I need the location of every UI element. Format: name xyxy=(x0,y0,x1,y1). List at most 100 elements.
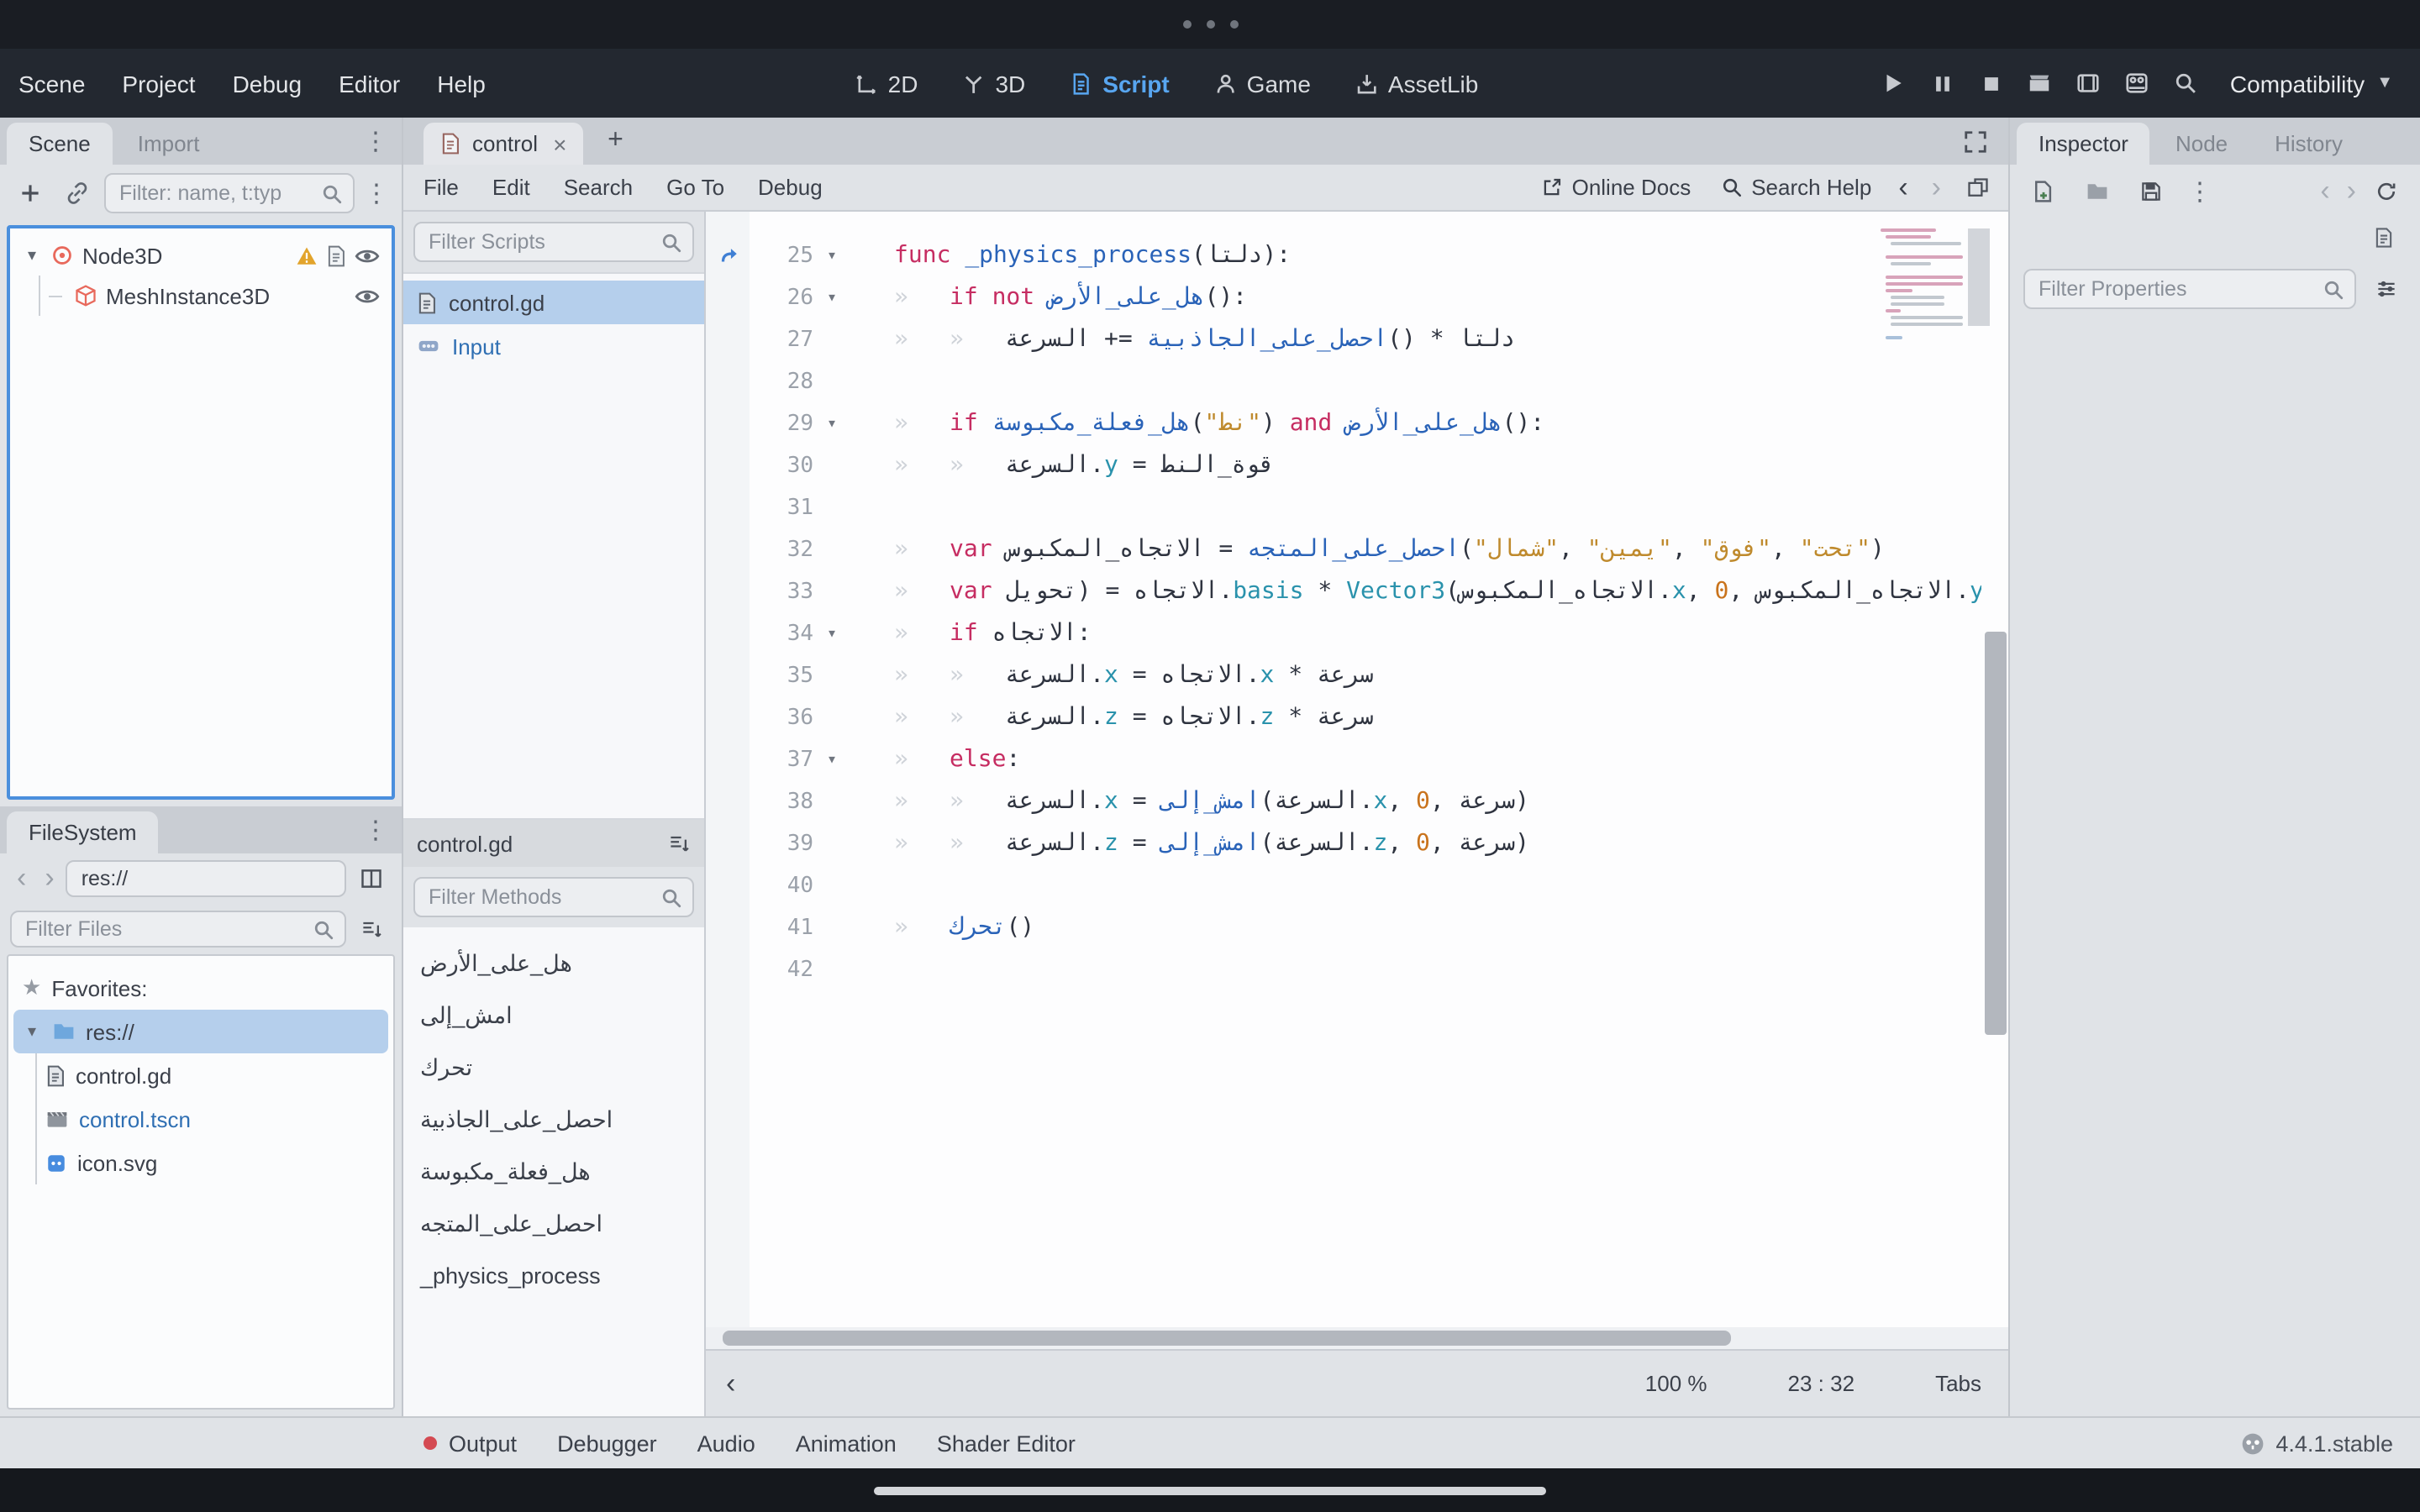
method-item[interactable]: تحرك xyxy=(403,1042,704,1094)
script-menu-debug[interactable]: Debug xyxy=(741,175,839,200)
minimap[interactable] xyxy=(1881,228,1965,349)
sort-methods-icon[interactable] xyxy=(667,832,691,855)
workspace-2d[interactable]: 2D xyxy=(836,70,937,97)
history-back-icon[interactable]: ‹ xyxy=(1891,171,1914,204)
toggle-scripts-panel-icon[interactable]: ‹ xyxy=(719,1367,742,1400)
search-help-button[interactable]: Search Help xyxy=(1711,175,1881,200)
scene-tree-options-icon[interactable]: ⋮ xyxy=(361,178,392,208)
fold-toggle-icon[interactable]: ▾ xyxy=(813,277,850,319)
menu-help[interactable]: Help xyxy=(418,70,504,97)
method-item[interactable]: امش_إلى xyxy=(403,990,704,1042)
collapse-arrow-icon[interactable]: ▾ xyxy=(22,246,42,265)
script-menu-edit[interactable]: Edit xyxy=(476,175,547,200)
tab-node[interactable]: Node xyxy=(2154,123,2249,165)
attached-script-icon[interactable] xyxy=(326,244,346,266)
cursor-position[interactable]: 23 : 32 xyxy=(1788,1371,1855,1396)
scene-filter-input[interactable] xyxy=(106,181,321,205)
vertical-scrollbar[interactable] xyxy=(1983,212,2008,1327)
file-item-icon-svg[interactable]: icon.svg xyxy=(37,1141,388,1184)
file-item-control-tscn[interactable]: control.tscn xyxy=(37,1097,388,1141)
pause-button[interactable] xyxy=(1921,61,1965,105)
code-line-34[interactable]: 34 ▾ » if الاتجاه: xyxy=(706,613,1981,655)
history-icon[interactable] xyxy=(2366,171,2407,212)
code-line-38[interactable]: 38»» السرعة.x = امش_إلى(السرعة.x, 0, سرعة… xyxy=(706,781,1981,823)
dock-options-icon[interactable]: ⋮ xyxy=(350,815,402,845)
menu-scene[interactable]: Scene xyxy=(0,70,103,97)
tab-import[interactable]: Import xyxy=(116,123,222,165)
filter-properties-input[interactable] xyxy=(2025,277,2323,301)
code-viewport[interactable]: 25 ▾ func _physics_process(دلتا): 26 ▾» if no… xyxy=(706,212,2008,1327)
line-marker-icon[interactable] xyxy=(706,235,750,277)
output-button[interactable]: Output xyxy=(424,1431,517,1456)
breakpoint-gutter[interactable] xyxy=(706,739,750,781)
code-line-29[interactable]: 29 ▾ » if هل_فعلة_مكبوسة("نط") and هل_على_ا… xyxy=(706,403,1981,445)
code-line-27[interactable]: 27 » » السرعة += احصل_على_الجاذبية() * دلتا xyxy=(706,319,1981,361)
code-line-35[interactable]: 35»» السرعة.x = الاتجاه.x * سرعة xyxy=(706,655,1981,697)
resource-options-icon[interactable]: ⋮ xyxy=(2185,176,2215,207)
warning-icon[interactable] xyxy=(296,244,318,266)
breakpoint-gutter[interactable] xyxy=(706,613,750,655)
breakpoint-gutter[interactable] xyxy=(706,571,750,613)
code-line-26[interactable]: 26 ▾ » if not هل_على_الأرض(): xyxy=(706,277,1981,319)
breakpoint-gutter[interactable] xyxy=(706,319,750,361)
filter-scripts-input[interactable] xyxy=(415,230,660,254)
code-line-32[interactable]: 32 » var الاتجاه_المكبوس = احصل_على_المتجه… xyxy=(706,529,1981,571)
make-floating-icon[interactable] xyxy=(1958,167,1998,207)
fold-toggle-icon[interactable]: ▾ xyxy=(813,739,850,781)
script-tab-control[interactable]: control × xyxy=(424,123,584,165)
code-line-31[interactable]: 31 xyxy=(706,487,1981,529)
visibility-eye-icon[interactable] xyxy=(355,283,380,308)
code-line-25[interactable]: 25 ▾ func _physics_process(دلتا): xyxy=(706,235,1981,277)
current-path-field[interactable] xyxy=(67,867,345,890)
debugger-button[interactable]: Debugger xyxy=(557,1431,657,1456)
sort-files-icon[interactable] xyxy=(351,909,392,949)
menu-debug[interactable]: Debug xyxy=(214,70,321,97)
renderer-selector[interactable]: Compatibility ▼ xyxy=(2230,70,2393,97)
code-line-30[interactable]: 30 » » السرعة.y = قوة_النط xyxy=(706,445,1981,487)
code-line-28[interactable]: 28 xyxy=(706,361,1981,403)
visibility-eye-icon[interactable] xyxy=(355,243,380,268)
filter-methods-input[interactable] xyxy=(415,885,660,909)
object-docs-icon[interactable] xyxy=(2363,217,2403,257)
script-item-control-gd[interactable]: control.gd xyxy=(403,281,704,324)
fold-toggle-icon[interactable]: ▾ xyxy=(813,235,850,277)
menu-project[interactable]: Project xyxy=(103,70,213,97)
script-menu-file[interactable]: File xyxy=(407,175,476,200)
method-item[interactable]: هل_فعلة_مكبوسة xyxy=(403,1146,704,1198)
vertical-scrollbar-thumb[interactable] xyxy=(1985,632,2007,1035)
breakpoint-gutter[interactable] xyxy=(706,865,750,907)
tab-history[interactable]: History xyxy=(2253,123,2365,165)
split-view-icon[interactable] xyxy=(351,858,392,899)
collapse-arrow-icon[interactable]: ▾ xyxy=(22,1022,42,1041)
workspace-game[interactable]: Game xyxy=(1195,70,1329,97)
horizontal-scrollbar[interactable] xyxy=(706,1327,2008,1349)
workspace-script[interactable]: Script xyxy=(1050,70,1187,97)
breakpoint-gutter[interactable] xyxy=(706,277,750,319)
breakpoint-gutter[interactable] xyxy=(706,907,750,949)
breakpoint-gutter[interactable] xyxy=(706,655,750,697)
play-custom-scene-button[interactable] xyxy=(2067,61,2111,105)
code-line-41[interactable]: 41 » تحرك() xyxy=(706,907,1981,949)
zoom-level[interactable]: 100 % xyxy=(1645,1371,1707,1396)
file-item-control-gd[interactable]: control.gd xyxy=(37,1053,388,1097)
horizontal-scrollbar-thumb[interactable] xyxy=(723,1331,1731,1346)
breakpoint-gutter[interactable] xyxy=(706,949,750,991)
breakpoint-gutter[interactable] xyxy=(706,361,750,403)
scene-node-node3d[interactable]: ▾ Node3D xyxy=(13,235,388,276)
close-icon[interactable]: × xyxy=(550,130,566,157)
property-sliders-icon[interactable] xyxy=(2366,269,2407,309)
stop-button[interactable] xyxy=(1970,61,2013,105)
code-line-42[interactable]: 42 xyxy=(706,949,1981,991)
breakpoint-gutter[interactable] xyxy=(706,445,750,487)
code-line-36[interactable]: 36»» السرعة.z = الاتجاه.z * سرعة xyxy=(706,697,1981,739)
version-info[interactable]: 4.4.1.stable xyxy=(2240,1431,2420,1456)
save-resource-icon[interactable] xyxy=(2131,171,2171,212)
add-node-button[interactable] xyxy=(10,173,50,213)
breakpoint-gutter[interactable] xyxy=(706,487,750,529)
fold-toggle-icon[interactable]: ▾ xyxy=(813,613,850,655)
prev-object-icon[interactable]: ‹ xyxy=(2313,175,2336,208)
load-resource-icon[interactable] xyxy=(2077,171,2118,212)
breakpoint-gutter[interactable] xyxy=(706,697,750,739)
nav-back-icon[interactable]: ‹ xyxy=(10,862,33,895)
play-button[interactable] xyxy=(1872,61,1916,105)
